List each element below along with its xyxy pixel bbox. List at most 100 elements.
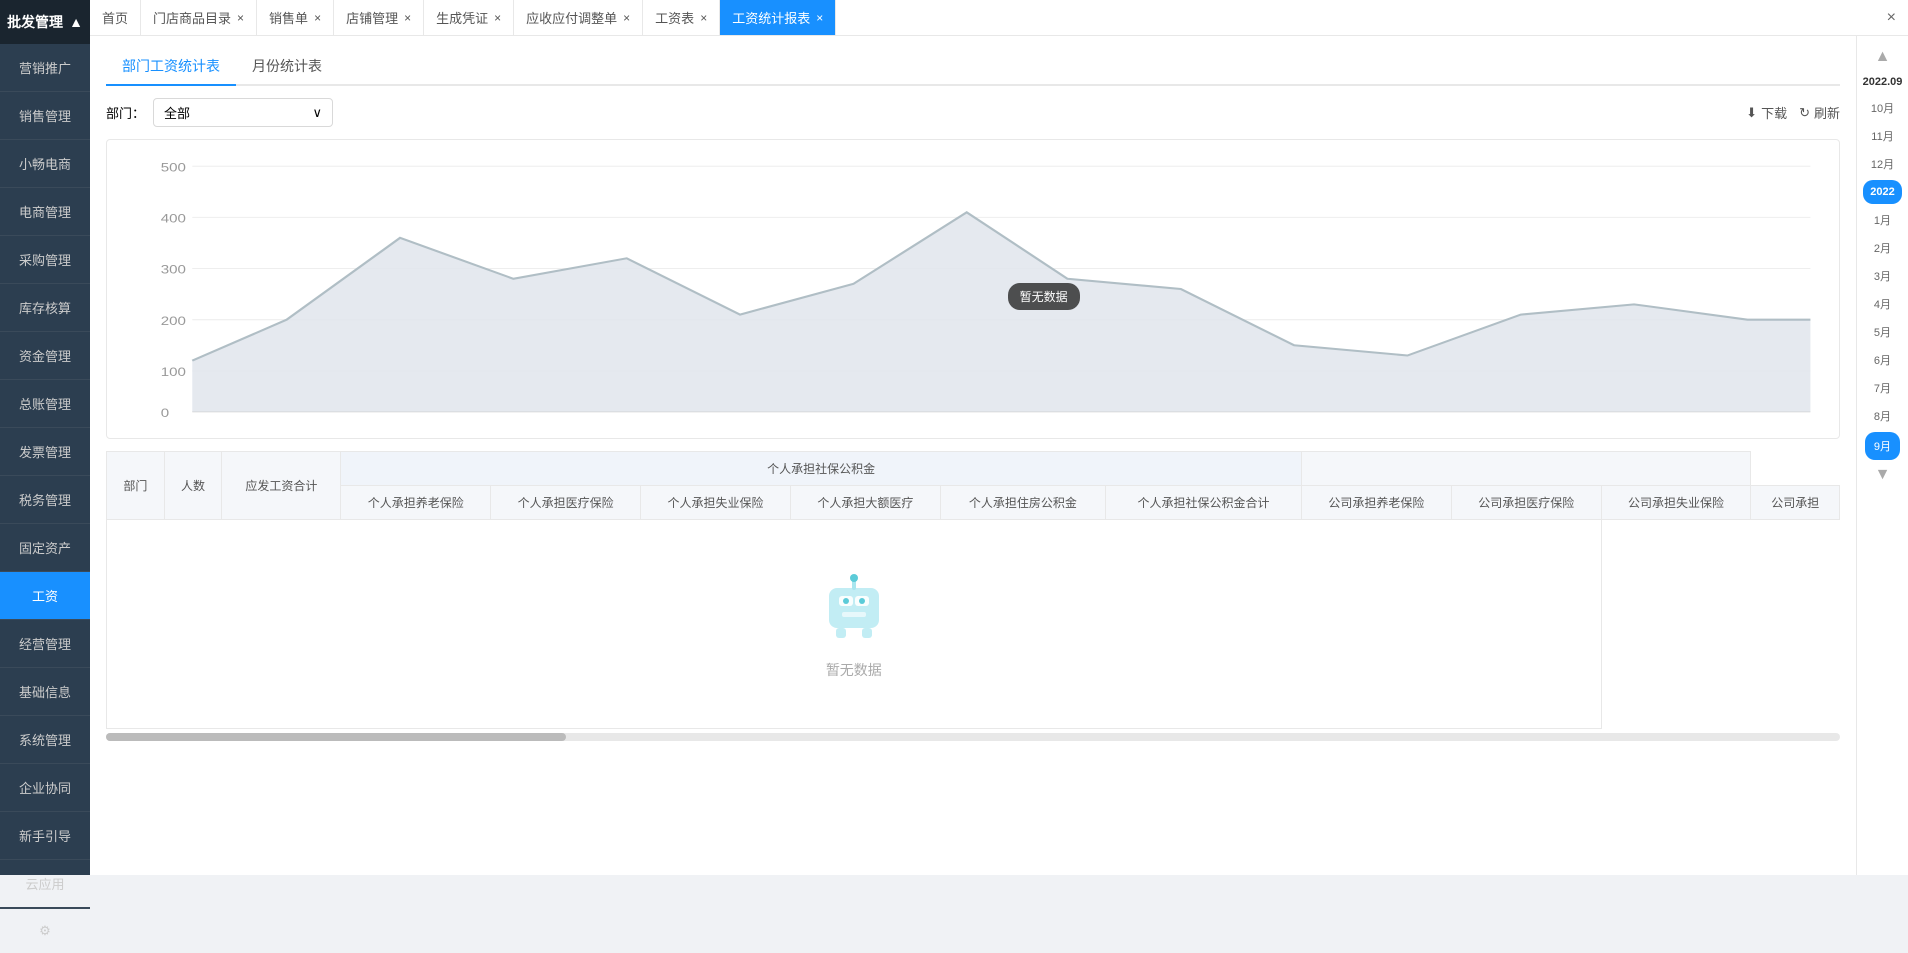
timeline-down-button[interactable]: ▼ — [1871, 462, 1895, 488]
col-sub-个人承担社保公积金合计: 个人承担社保公积金合计 — [1105, 486, 1301, 520]
timeline-year-2022[interactable]: 2022 — [1863, 180, 1903, 204]
download-button[interactable]: ⬇ 下载 — [1746, 103, 1787, 122]
sidebar-item-云应用[interactable]: 云应用 — [0, 860, 90, 908]
timeline-month-1月[interactable]: 1月 — [1859, 206, 1907, 234]
sidebar-item-营销推广[interactable]: 营销推广 — [0, 44, 90, 92]
tab-工资统计报表[interactable]: 工资统计报表× — [720, 0, 836, 36]
tab-close-生成凭证[interactable]: × — [494, 11, 501, 25]
inner-content: 部门工资统计表月份统计表 部门： 全部 ∨ ⬇ 下载 ↻ — [90, 36, 1856, 875]
salary-table: 部门 人数 应发工资合计 个人承担社保公积金 个人承担养老保险个人承担医疗保险个… — [106, 451, 1840, 729]
sidebar-item-销售管理[interactable]: 销售管理 — [0, 92, 90, 140]
tab-销售单[interactable]: 销售单× — [257, 0, 334, 36]
tab-close-店铺管理[interactable]: × — [404, 11, 411, 25]
scroll-thumb[interactable] — [106, 733, 566, 741]
main-area: 首页门店商品目录×销售单×店铺管理×生成凭证×应收应付调整单×工资表×工资统计报… — [90, 0, 1908, 875]
timeline-11月[interactable]: 11月 — [1859, 122, 1907, 150]
sub-tab-部门工资统计表[interactable]: 部门工资统计表 — [106, 48, 236, 86]
empty-icon — [814, 568, 894, 648]
toolbar: 部门： 全部 ∨ ⬇ 下载 ↻ 刷新 — [106, 98, 1840, 127]
sidebar-item-经营管理[interactable]: 经营管理 — [0, 620, 90, 668]
table-row: 暂无数据 — [107, 520, 1840, 729]
sidebar-item-系统管理[interactable]: 系统管理 — [0, 716, 90, 764]
col-count: 人数 — [164, 452, 222, 520]
tab-生成凭证[interactable]: 生成凭证× — [424, 0, 514, 36]
tab-close-销售单[interactable]: × — [314, 11, 321, 25]
refresh-button[interactable]: ↻ 刷新 — [1799, 103, 1840, 122]
toolbar-right: ⬇ 下载 ↻ 刷新 — [1746, 103, 1840, 122]
timeline-month-6月[interactable]: 6月 — [1859, 346, 1907, 374]
refresh-icon: ↻ — [1799, 105, 1810, 121]
dept-dropdown[interactable]: 全部 ∨ — [153, 98, 333, 127]
tab-店铺管理[interactable]: 店铺管理× — [334, 0, 424, 36]
settings-icon: ⚙ — [39, 923, 51, 938]
tab-工资表[interactable]: 工资表× — [643, 0, 720, 36]
sidebar-item-采购管理[interactable]: 采购管理 — [0, 236, 90, 284]
timeline-month-5月[interactable]: 5月 — [1859, 318, 1907, 346]
col-dept: 部门 — [107, 452, 165, 520]
tab-门店商品目录[interactable]: 门店商品目录× — [141, 0, 257, 36]
close-all-tabs-button[interactable]: × — [1883, 7, 1900, 29]
dept-label: 部门： — [106, 103, 145, 122]
col-sub-公司承担养老保险: 公司承担养老保险 — [1301, 486, 1451, 520]
col-sub-公司承担: 公司承担 — [1751, 486, 1840, 520]
timeline-year-2022-start: 2022.09 — [1859, 70, 1907, 94]
col-sub-个人承担住房公积金: 个人承担住房公积金 — [940, 486, 1105, 520]
page-content: 部门工资统计表月份统计表 部门： 全部 ∨ ⬇ 下载 ↻ — [90, 36, 1908, 875]
svg-text:500: 500 — [161, 161, 187, 174]
sub-tab-月份统计表[interactable]: 月份统计表 — [236, 48, 338, 86]
col-sub-个人承担医疗保险: 个人承担医疗保险 — [491, 486, 641, 520]
line-chart: 500 400 300 200 100 0 — [123, 156, 1823, 422]
col-group-company — [1301, 452, 1751, 486]
timeline-month-9[interactable]: 9月 — [1865, 432, 1901, 460]
tab-应收应付调整单[interactable]: 应收应付调整单× — [514, 0, 643, 36]
col-sub-公司承担医疗保险: 公司承担医疗保险 — [1451, 486, 1601, 520]
download-icon: ⬇ — [1746, 105, 1757, 121]
timeline-12月[interactable]: 12月 — [1859, 150, 1907, 178]
sidebar-item-小畅电商[interactable]: 小畅电商 — [0, 140, 90, 188]
svg-text:200: 200 — [161, 314, 187, 327]
timeline-month-3月[interactable]: 3月 — [1859, 262, 1907, 290]
sidebar-item-资金管理[interactable]: 资金管理 — [0, 332, 90, 380]
tab-close-门店商品目录[interactable]: × — [237, 11, 244, 25]
col-sub-公司承担失业保险: 公司承担失业保险 — [1601, 486, 1751, 520]
table-container: 部门 人数 应发工资合计 个人承担社保公积金 个人承担养老保险个人承担医疗保险个… — [106, 451, 1840, 729]
timeline-month-4月[interactable]: 4月 — [1859, 290, 1907, 318]
chevron-down-icon: ∨ — [313, 105, 323, 121]
refresh-label: 刷新 — [1814, 103, 1840, 122]
sidebar-footer-settings[interactable]: ⚙ — [0, 908, 90, 953]
sidebar-item-固定资产[interactable]: 固定资产 — [0, 524, 90, 572]
col-total-salary: 应发工资合计 — [222, 452, 341, 520]
sidebar-item-企业协同[interactable]: 企业协同 — [0, 764, 90, 812]
sidebar-item-库存核算[interactable]: 库存核算 — [0, 284, 90, 332]
timeline-month-7月[interactable]: 7月 — [1859, 374, 1907, 402]
toolbar-left: 部门： 全部 ∨ — [106, 98, 333, 127]
sidebar-item-总账管理[interactable]: 总账管理 — [0, 380, 90, 428]
sub-tabs: 部门工资统计表月份统计表 — [106, 48, 1840, 86]
tab-bar-end: × — [1883, 7, 1908, 29]
svg-text:400: 400 — [161, 212, 187, 225]
col-sub-个人承担养老保险: 个人承担养老保险 — [341, 486, 491, 520]
timeline-month-8月[interactable]: 8月 — [1859, 402, 1907, 430]
tab-close-工资表[interactable]: × — [700, 11, 707, 25]
tab-首页[interactable]: 首页 — [90, 0, 141, 36]
svg-text:300: 300 — [161, 263, 187, 276]
timeline-month-2月[interactable]: 2月 — [1859, 234, 1907, 262]
col-sub-个人承担失业保险: 个人承担失业保险 — [641, 486, 791, 520]
timeline-10月[interactable]: 10月 — [1859, 94, 1907, 122]
sidebar-item-税务管理[interactable]: 税务管理 — [0, 476, 90, 524]
sidebar-item-工资[interactable]: 工资 — [0, 572, 90, 620]
sidebar-item-基础信息[interactable]: 基础信息 — [0, 668, 90, 716]
timeline-panel: ▲ 2022.0910月11月12月20221月2月3月4月5月6月7月8月9月… — [1856, 36, 1908, 875]
sidebar-title: 批发管理 — [7, 12, 63, 32]
svg-text:0: 0 — [161, 406, 170, 419]
tab-close-应收应付调整单[interactable]: × — [623, 11, 630, 25]
sidebar-item-发票管理[interactable]: 发票管理 — [0, 428, 90, 476]
timeline-up-button[interactable]: ▲ — [1871, 44, 1895, 70]
empty-text: 暂无数据 — [826, 660, 882, 680]
horizontal-scrollbar[interactable] — [106, 733, 1840, 741]
sidebar-item-新手引导[interactable]: 新手引导 — [0, 812, 90, 860]
col-sub-个人承担大额医疗: 个人承担大额医疗 — [790, 486, 940, 520]
sidebar-item-电商管理[interactable]: 电商管理 — [0, 188, 90, 236]
sidebar-header[interactable]: 批发管理 ▲ — [0, 0, 90, 44]
tab-close-工资统计报表[interactable]: × — [816, 11, 823, 25]
